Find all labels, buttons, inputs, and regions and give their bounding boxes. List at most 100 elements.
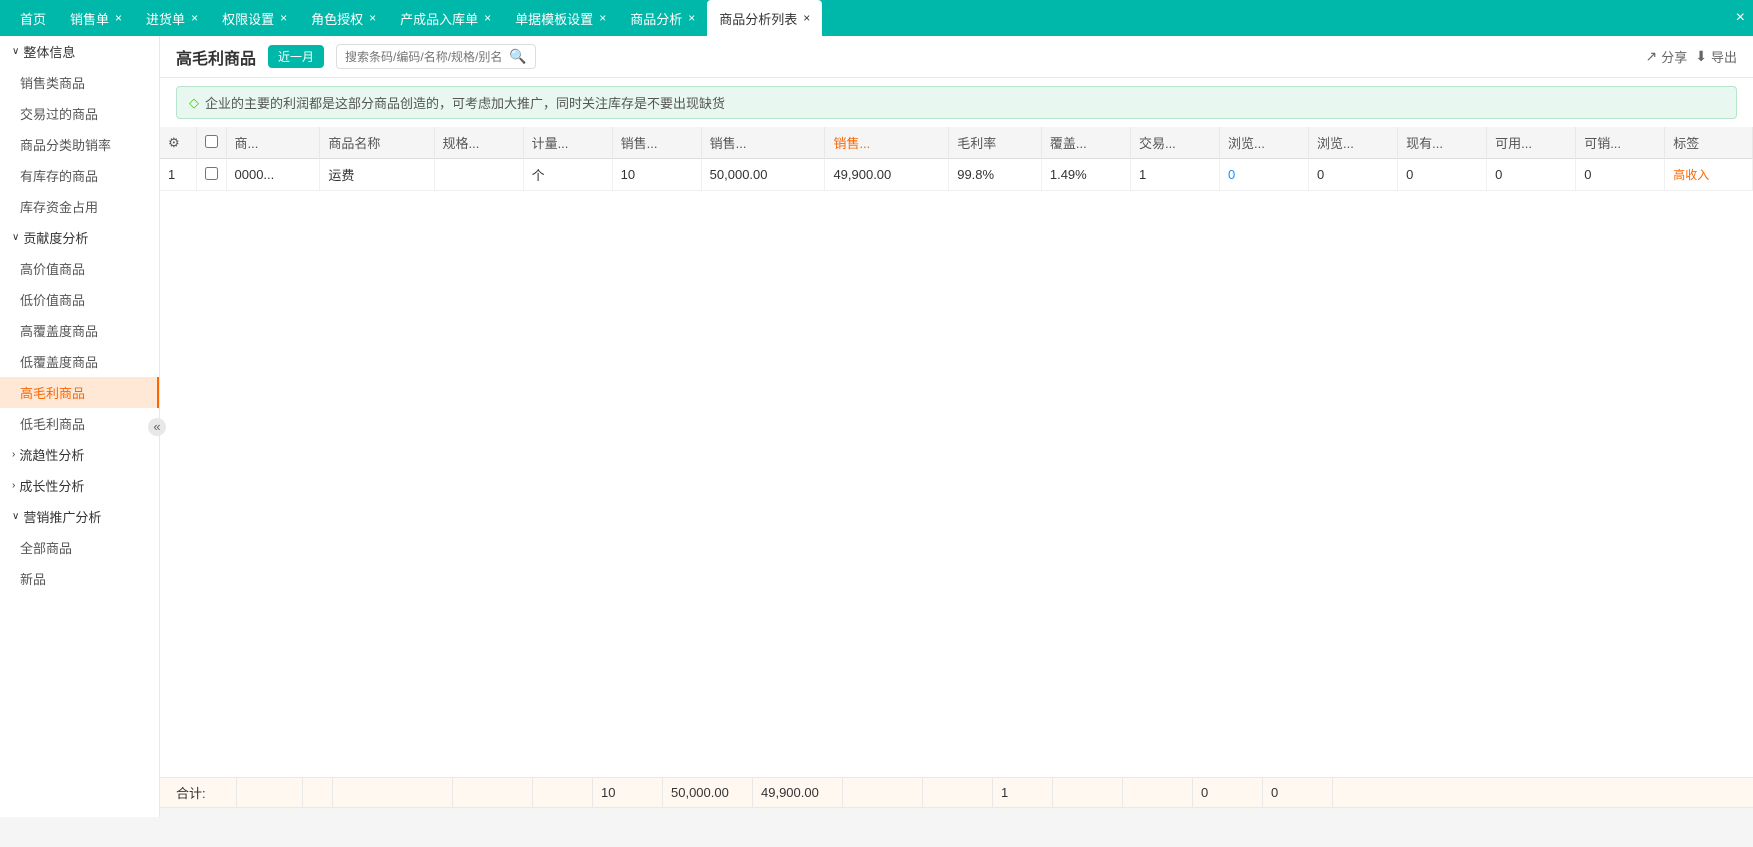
nav-home[interactable]: 首页 [8,0,58,36]
nav-sales[interactable]: 销售单 × [58,0,134,36]
col-sellable[interactable]: 可销... [1576,127,1665,159]
col-gross-rate[interactable]: 毛利率 [949,127,1042,159]
col-spec[interactable]: 规格... [434,127,523,159]
col-settings[interactable]: ⚙ [160,127,196,159]
cell-spec [434,159,523,191]
footer-cell-3 [452,778,532,808]
cell-name: 运费 [320,159,434,191]
search-box: 🔍 [336,44,536,69]
sidebar-item-all-products[interactable]: 全部商品 [0,532,159,563]
nav-product-analysis[interactable]: 商品分析 × [618,0,707,36]
col-transactions[interactable]: 交易... [1130,127,1219,159]
col-name[interactable]: 商品名称 [320,127,434,159]
sidebar-item-low-margin[interactable]: 低毛利商品 [0,408,159,439]
footer-cell-sales-amount: 50,000.00 [662,778,752,808]
sidebar-group-contribution[interactable]: ∨ 贡献度分析 [0,222,159,253]
search-input[interactable] [345,50,505,64]
cell-code: 0000... [226,159,320,191]
close-sales-tab[interactable]: × [115,12,122,24]
nav-template[interactable]: 单据模板设置 × [503,0,618,36]
sidebar-group-growth[interactable]: › 成长性分析 [0,470,159,501]
close-role-tab[interactable]: × [369,12,376,24]
footer-label: 合计: [176,783,236,802]
cell-browse2: 0 [1309,159,1398,191]
info-text: 企业的主要的利润都是这部分商品创造的，可考虑加大推广，同时关注库存是不要出现缺货 [205,93,725,112]
footer-cell-sales-qty: 10 [592,778,662,808]
content-header: 高毛利商品 近一月 🔍 ↗ 分享 ⬇ 导出 [160,36,1753,78]
share-button[interactable]: ↗ 分享 [1646,47,1688,66]
footer-cell-sales-cost: 49,900.00 [752,778,842,808]
arrow-icon-4: › [12,480,15,491]
close-all-tabs[interactable]: × [1736,9,1745,27]
close-analysis-list-tab[interactable]: × [803,12,810,24]
footer-cell-stock: 0 [1192,778,1262,808]
nav-warehouse[interactable]: 产成品入库单 × [388,0,503,36]
col-tag[interactable]: 标签 [1665,127,1753,159]
footer-bar: 合计: 10 50,000.00 49,900.00 1 0 0 [160,777,1753,807]
col-sales-qty[interactable]: 销售... [612,127,701,159]
header-actions: ↗ 分享 ⬇ 导出 [1646,47,1738,66]
search-icon[interactable]: 🔍 [509,48,526,65]
col-sales-cost[interactable]: 销售... [825,127,949,159]
nav-permission[interactable]: 权限设置 × [210,0,299,36]
sidebar-item-capital-occupation[interactable]: 库存资金占用 [0,191,159,222]
export-button[interactable]: ⬇ 导出 [1695,47,1737,66]
sidebar-item-high-value[interactable]: 高价值商品 [0,253,159,284]
close-permission-tab[interactable]: × [280,12,287,24]
arrow-icon: ∨ [12,46,19,57]
sidebar-item-new-products[interactable]: 新品 [0,563,159,594]
footer-cells: 10 50,000.00 49,900.00 1 0 0 [236,778,1402,808]
col-current-stock[interactable]: 现有... [1398,127,1487,159]
sidebar-item-high-margin[interactable]: 高毛利商品 [0,377,159,408]
cell-sales-cost: 49,900.00 [825,159,949,191]
col-browse1[interactable]: 浏览... [1220,127,1309,159]
col-browse2[interactable]: 浏览... [1309,127,1398,159]
bottom-scrollbar[interactable] [160,807,1753,817]
footer-cell-4 [532,778,592,808]
cell-browse1[interactable]: 0 [1220,159,1309,191]
table-row: 1 0000... 运费 个 10 50,000.00 49,900.00 99… [160,159,1753,191]
close-purchase-tab[interactable]: × [191,12,198,24]
nav-product-analysis-list[interactable]: 商品分析列表 × [707,0,822,36]
sidebar-collapse-button[interactable]: « [148,418,166,436]
sidebar-group-marketing[interactable]: ∨ 营销推广分析 [0,501,159,532]
page-title: 高毛利商品 [176,45,256,69]
select-all-checkbox[interactable] [205,135,218,148]
sidebar-item-high-coverage[interactable]: 高覆盖度商品 [0,315,159,346]
col-coverage[interactable]: 覆盖... [1041,127,1130,159]
main-layout: ∨ 整体信息 销售类商品 交易过的商品 商品分类助销率 有库存的商品 库存资金占… [0,36,1753,817]
table-container: ⚙ 商... 商品名称 规格... 计量... 销售... 销售... 销售..… [160,127,1753,777]
sidebar-item-category-sales-rate[interactable]: 商品分类助销率 [0,129,159,160]
cell-sales-amount: 50,000.00 [701,159,825,191]
cell-index: 1 [160,159,196,191]
nav-role[interactable]: 角色授权 × [299,0,388,36]
cell-checkbox[interactable] [196,159,226,191]
filter-recent-month-button[interactable]: 近一月 [268,45,324,68]
nav-purchase[interactable]: 进货单 × [134,0,210,36]
footer-cell-coverage [922,778,992,808]
info-banner: ◇ 企业的主要的利润都是这部分商品创造的，可考虑加大推广，同时关注库存是不要出现… [176,86,1737,119]
cell-sellable: 0 [1576,159,1665,191]
cell-sales-qty: 10 [612,159,701,191]
col-sales-amount[interactable]: 销售... [701,127,825,159]
footer-cell-b2 [1122,778,1192,808]
sidebar-item-in-stock[interactable]: 有库存的商品 [0,160,159,191]
cell-current-stock: 0 [1398,159,1487,191]
sidebar-item-low-value[interactable]: 低价值商品 [0,284,159,315]
cell-unit: 个 [523,159,612,191]
export-icon: ⬇ [1695,48,1707,65]
footer-cell-2 [332,778,452,808]
sidebar-item-traded-products[interactable]: 交易过的商品 [0,98,159,129]
col-code[interactable]: 商... [226,127,320,159]
col-unit[interactable]: 计量... [523,127,612,159]
sidebar-item-sales-products[interactable]: 销售类商品 [0,67,159,98]
close-analysis-tab[interactable]: × [688,12,695,24]
col-checkbox[interactable] [196,127,226,159]
close-warehouse-tab[interactable]: × [484,12,491,24]
col-available[interactable]: 可用... [1487,127,1576,159]
sidebar-item-low-coverage[interactable]: 低覆盖度商品 [0,346,159,377]
sidebar-group-trend[interactable]: › 流趋性分析 [0,439,159,470]
row-checkbox[interactable] [205,167,218,180]
close-template-tab[interactable]: × [599,12,606,24]
sidebar-group-overview[interactable]: ∨ 整体信息 [0,36,159,67]
